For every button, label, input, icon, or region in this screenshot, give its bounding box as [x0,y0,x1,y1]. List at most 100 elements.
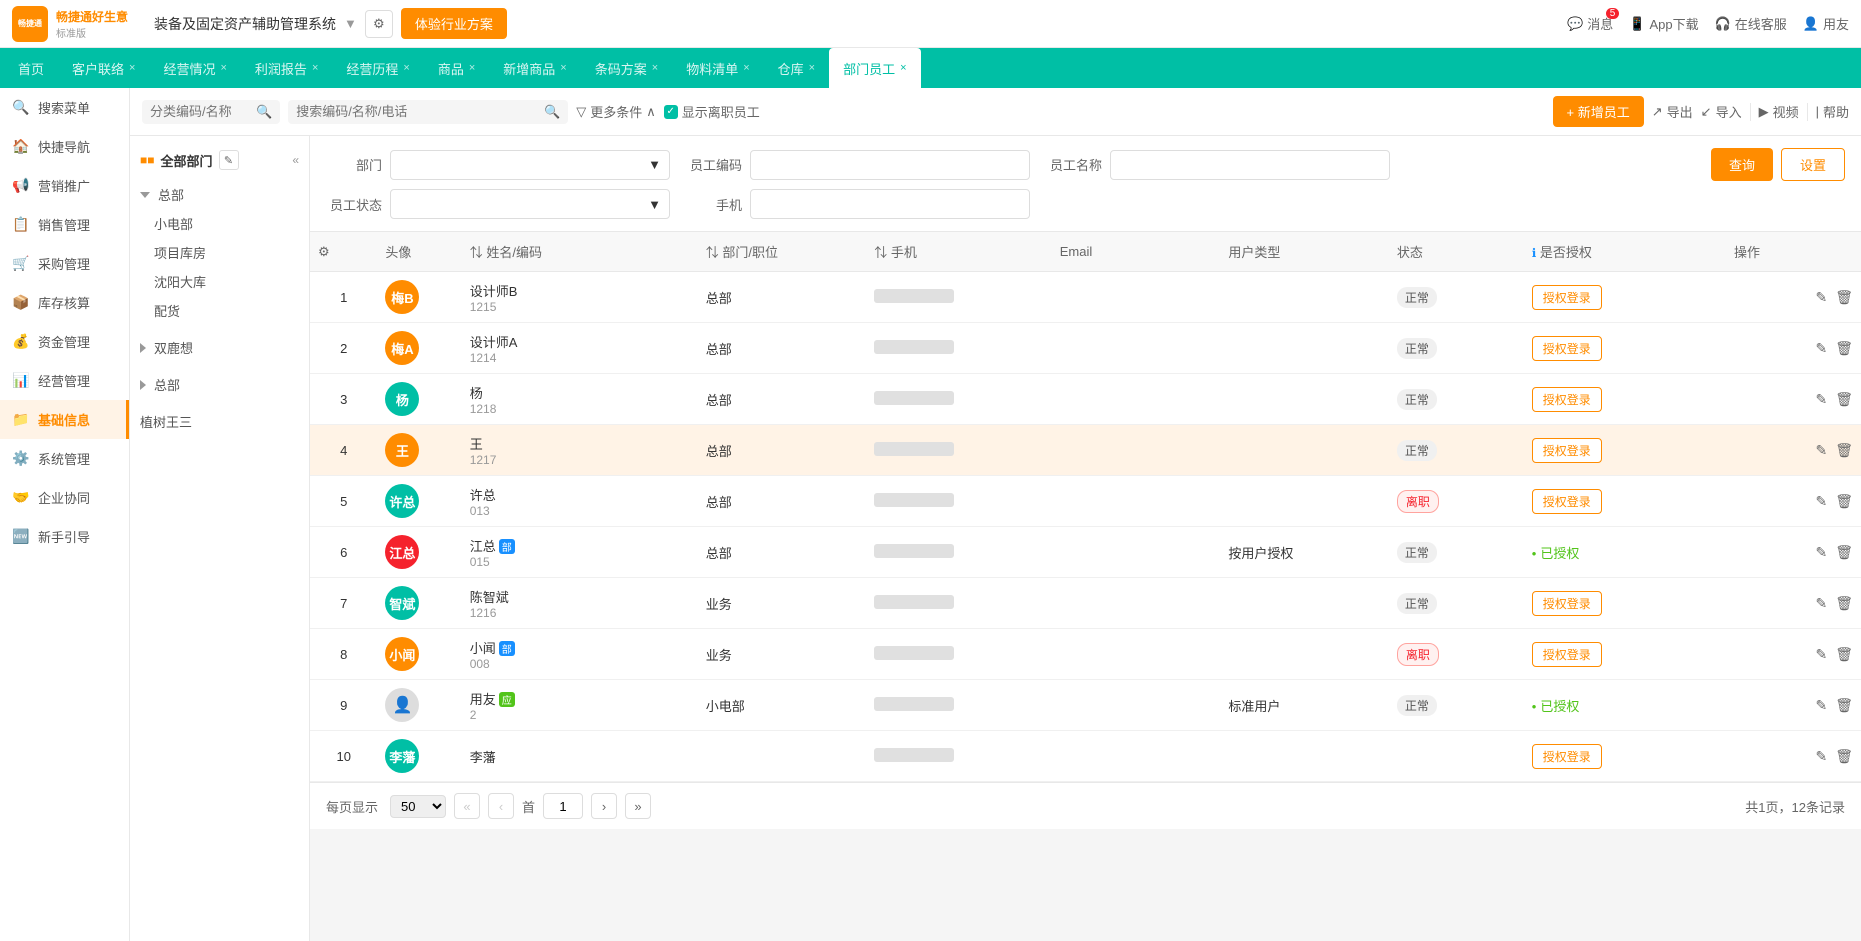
help-button[interactable]: | 帮助 [1816,102,1849,121]
add-employee-button[interactable]: + 新增员工 [1553,96,1644,127]
edit-button[interactable]: ✎ [1815,697,1827,713]
tab-warehouse-close[interactable]: × [809,62,815,74]
tab-ops-status-close[interactable]: × [220,62,226,74]
filter-phone-input[interactable] [750,189,1030,219]
delete-button[interactable]: 🗑 [1835,595,1853,611]
dept-group-general-title[interactable]: 总部 [130,180,309,209]
delete-button[interactable]: 🗑 [1835,493,1853,509]
sidebar-item-collab[interactable]: 🤝 企业协同 [0,478,129,517]
delete-button[interactable]: 🗑 [1835,748,1853,764]
reset-button[interactable]: 设置 [1781,148,1845,181]
prev-page-button[interactable]: ‹ [488,793,514,819]
tab-ops-status[interactable]: 经营情况 × [149,48,240,88]
col-phone-header[interactable]: ⇅ 手机 [866,232,1051,272]
edit-button[interactable]: ✎ [1815,340,1827,356]
delete-button[interactable]: 🗑 [1835,289,1853,305]
tab-customer[interactable]: 客户联络 × [58,48,149,88]
dept-group-zhishu-title[interactable]: 植树王三 [130,407,309,436]
col-dept-header[interactable]: ⇅ 部门/职位 [698,232,867,272]
auth-login-button[interactable]: 授权登录 [1532,591,1602,616]
dept-child-xiaodian[interactable]: 小电部 [130,209,309,238]
edit-button[interactable]: ✎ [1815,493,1827,509]
employee-search-box[interactable]: 🔍 [288,100,568,124]
sidebar-item-quicknav[interactable]: 🏠 快捷导航 [0,127,129,166]
sidebar-item-stock[interactable]: 📦 库存核算 [0,283,129,322]
dept-collapse-button[interactable]: « [292,153,299,167]
delete-button[interactable]: 🗑 [1835,646,1853,662]
filter-emp-name-input[interactable] [1110,150,1390,180]
tab-profit[interactable]: 利润报告 × [241,48,332,88]
tab-bom[interactable]: 物料清单 × [672,48,763,88]
auth-login-button[interactable]: 授权登录 [1532,438,1602,463]
edit-button[interactable]: ✎ [1815,544,1827,560]
filter-emp-status-select[interactable]: ▼ [390,189,670,219]
edit-button[interactable]: ✎ [1815,748,1827,764]
online-service-button[interactable]: 🎧 在线客服 [1715,14,1787,33]
dept-child-shenyang[interactable]: 沈阳大库 [130,267,309,296]
sidebar-item-sales[interactable]: 📋 销售管理 [0,205,129,244]
dropdown-arrow-icon[interactable]: ▼ [344,16,357,31]
tab-journey[interactable]: 经营历程 × [332,48,423,88]
tab-customer-close[interactable]: × [129,62,135,74]
tab-add-goods-close[interactable]: × [560,62,566,74]
sidebar-item-search[interactable]: 🔍 搜索菜单 [0,88,129,127]
tab-dept-employee[interactable]: 部门员工 × [829,48,920,88]
auth-login-button[interactable]: 授权登录 [1532,336,1602,361]
delete-button[interactable]: 🗑 [1835,340,1853,356]
user-menu-button[interactable]: 👤 用友 [1803,14,1849,33]
dept-group-zongbu-title[interactable]: 总部 [130,370,309,399]
query-button[interactable]: 查询 [1711,148,1773,181]
auth-login-button[interactable]: 授权登录 [1532,387,1602,412]
tab-bom-close[interactable]: × [743,62,749,74]
trial-button[interactable]: 体验行业方案 [401,8,507,39]
sidebar-item-guide[interactable]: 🆕 新手引导 [0,517,129,556]
tab-goods-close[interactable]: × [469,62,475,74]
dept-search-input[interactable] [150,104,250,119]
last-page-button[interactable]: » [625,793,651,819]
first-page-button[interactable]: « [454,793,480,819]
app-download-button[interactable]: 📱 App下载 [1629,14,1698,33]
show-inactive-toggle[interactable]: ✓ 显示离职员工 [664,102,760,121]
sidebar-item-finance[interactable]: 💰 资金管理 [0,322,129,361]
auth-login-button[interactable]: 授权登录 [1532,285,1602,310]
edit-button[interactable]: ✎ [1815,391,1827,407]
delete-button[interactable]: 🗑 [1835,697,1853,713]
tab-warehouse[interactable]: 仓库 × [764,48,829,88]
employee-search-input[interactable] [296,104,538,119]
auth-login-button[interactable]: 授权登录 [1532,642,1602,667]
edit-button[interactable]: ✎ [1815,289,1827,305]
dept-search-box[interactable]: 🔍 [142,100,280,124]
sidebar-item-basic[interactable]: 📁 基础信息 [0,400,129,439]
tab-barcode[interactable]: 条码方案 × [581,48,672,88]
sidebar-item-purchase[interactable]: 🛒 采购管理 [0,244,129,283]
auth-login-button[interactable]: 授权登录 [1532,489,1602,514]
tab-barcode-close[interactable]: × [652,62,658,74]
sidebar-item-system[interactable]: ⚙️ 系统管理 [0,439,129,478]
edit-button[interactable]: ✎ [1815,442,1827,458]
show-inactive-checkbox[interactable]: ✓ [664,105,678,119]
filter-dept-select[interactable]: ▼ [390,150,670,180]
tab-home[interactable]: 首页 [4,48,58,88]
dept-child-distribution[interactable]: 配货 [130,296,309,325]
col-settings[interactable]: ⚙ [310,232,377,272]
tab-add-goods[interactable]: 新增商品 × [489,48,580,88]
edit-button[interactable]: ✎ [1815,646,1827,662]
page-number-input[interactable] [543,793,583,819]
export-button[interactable]: ↗ 导出 [1652,102,1693,121]
filter-emp-code-input[interactable] [750,150,1030,180]
edit-button[interactable]: ✎ [1815,595,1827,611]
import-button[interactable]: ↙ 导入 [1701,102,1742,121]
tab-goods[interactable]: 商品 × [424,48,489,88]
auth-login-button[interactable]: 授权登录 [1532,744,1602,769]
col-name-header[interactable]: ⇅ 姓名/编码 [462,232,698,272]
next-page-button[interactable]: › [591,793,617,819]
gear-button[interactable]: ⚙ [365,10,393,38]
tab-dept-employee-close[interactable]: × [900,62,906,74]
page-size-select[interactable]: 50 10 20 100 [390,795,446,818]
sidebar-item-ops[interactable]: 📊 经营管理 [0,361,129,400]
dept-child-project[interactable]: 项目库房 [130,238,309,267]
tab-profit-close[interactable]: × [312,62,318,74]
message-button[interactable]: 💬 消息 5 [1567,14,1613,33]
view-button[interactable]: ▶ 视频 [1759,102,1799,121]
sidebar-item-marketing[interactable]: 📢 营销推广 [0,166,129,205]
